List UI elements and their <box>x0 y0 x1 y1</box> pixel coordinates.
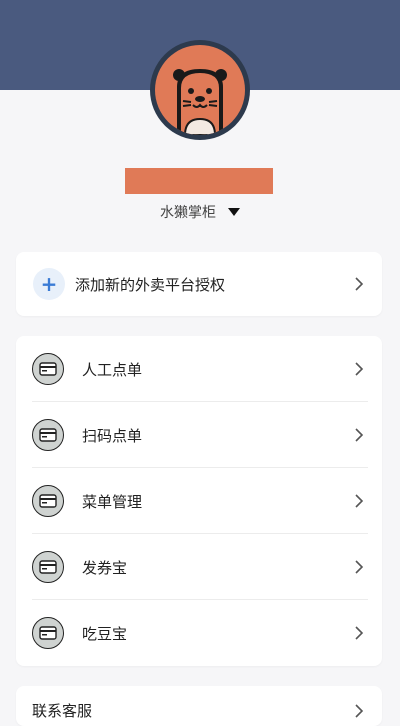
payment-card-icon <box>32 551 64 583</box>
menu-item-chidoubao[interactable]: 吃豆宝 <box>16 600 382 666</box>
chevron-right-icon <box>350 624 368 642</box>
redacted-username <box>125 168 273 194</box>
feature-menu-card: 人工点单 扫码点单 菜单管理 发券宝 吃豆宝 <box>16 336 382 666</box>
otter-avatar-icon <box>155 45 245 135</box>
chevron-right-icon <box>350 558 368 576</box>
payment-card-icon <box>32 485 64 517</box>
menu-item-label: 菜单管理 <box>82 492 143 511</box>
contact-support-label: 联系客服 <box>32 702 93 720</box>
menu-item-label: 人工点单 <box>82 360 143 379</box>
add-platform-card: + 添加新的外卖平台授权 <box>16 252 382 316</box>
avatar[interactable] <box>150 40 250 140</box>
chevron-right-icon <box>350 426 368 444</box>
store-name: 水獭掌柜 <box>160 205 216 221</box>
plus-icon: + <box>33 268 65 300</box>
store-switcher[interactable]: 水獭掌柜 <box>0 201 400 223</box>
menu-item-label: 发券宝 <box>82 558 128 577</box>
menu-item-manual-order[interactable]: 人工点单 <box>16 336 382 402</box>
chevron-right-icon <box>350 702 368 720</box>
contact-support-row[interactable]: 联系客服 <box>16 686 382 726</box>
payment-card-icon <box>32 617 64 649</box>
payment-card-icon <box>32 353 64 385</box>
menu-item-menu-management[interactable]: 菜单管理 <box>16 468 382 534</box>
add-platform-label: 添加新的外卖平台授权 <box>75 275 226 294</box>
menu-item-label: 吃豆宝 <box>82 624 128 643</box>
caret-down-icon <box>228 208 240 216</box>
menu-item-label: 扫码点单 <box>82 426 143 445</box>
chevron-right-icon <box>350 492 368 510</box>
chevron-right-icon <box>350 275 368 293</box>
chevron-right-icon <box>350 360 368 378</box>
contact-support-card: 联系客服 <box>16 686 382 726</box>
menu-item-coupon[interactable]: 发券宝 <box>16 534 382 600</box>
menu-item-scan-order[interactable]: 扫码点单 <box>16 402 382 468</box>
payment-card-icon <box>32 419 64 451</box>
add-platform-row[interactable]: + 添加新的外卖平台授权 <box>16 252 382 316</box>
